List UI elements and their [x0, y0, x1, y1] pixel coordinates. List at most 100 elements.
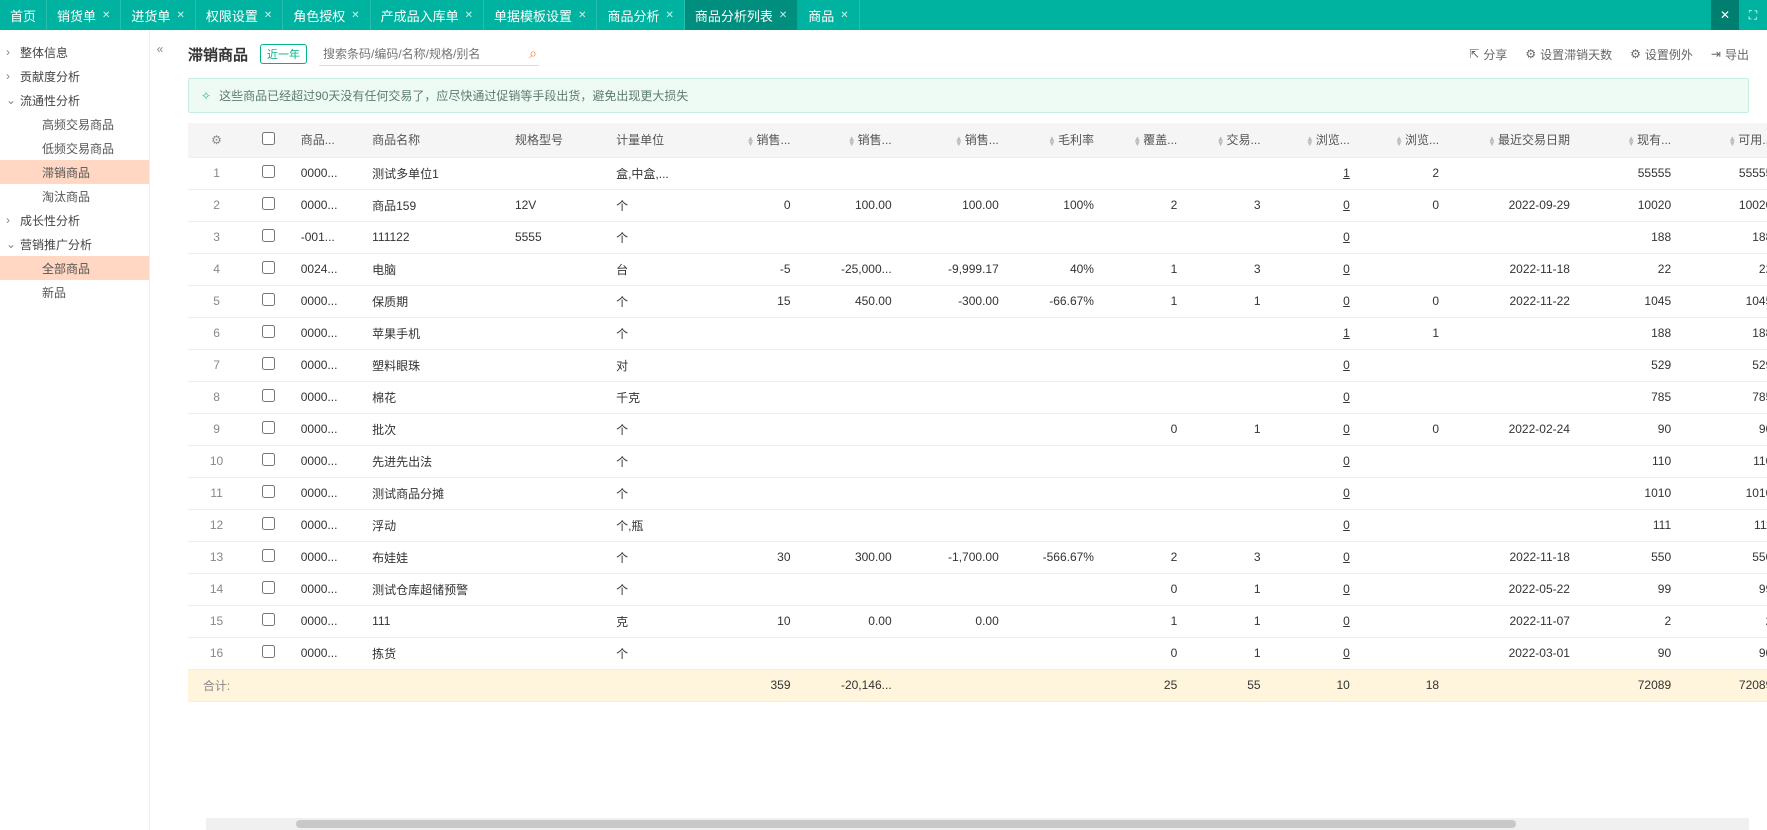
horizontal-scrollbar[interactable] — [206, 818, 1749, 830]
views-link[interactable]: 0 — [1343, 358, 1350, 372]
col-name[interactable]: 商品名称 — [364, 123, 507, 157]
sidebar-item[interactable]: 高频交易商品 — [0, 112, 149, 136]
row-checkbox[interactable] — [262, 549, 275, 562]
row-checkbox[interactable] — [262, 485, 275, 498]
share-button[interactable]: ⇱分享 — [1469, 46, 1507, 63]
sidebar-group[interactable]: ⌄营销推广分析 — [0, 232, 149, 256]
sidebar-item[interactable]: 滞销商品 — [0, 160, 149, 184]
table-row[interactable]: 120000...浮动个,瓶011111110, — [188, 509, 1767, 541]
tab-单据模板设置[interactable]: 单据模板设置✕ — [484, 0, 597, 30]
close-icon[interactable]: ✕ — [465, 10, 473, 21]
row-checkbox[interactable] — [262, 357, 275, 370]
table-row[interactable]: 110000...测试商品分摊个01010101010, — [188, 477, 1767, 509]
close-icon[interactable]: ✕ — [264, 10, 272, 21]
table-row[interactable]: 20000...商品15912V个0100.00100.00100%230020… — [188, 189, 1767, 221]
views-link[interactable]: 0 — [1343, 198, 1350, 212]
views-link[interactable]: 0 — [1343, 230, 1350, 244]
row-checkbox[interactable] — [262, 581, 275, 594]
close-icon[interactable]: ✕ — [1711, 0, 1739, 30]
sidebar-item[interactable]: 全部商品 — [0, 256, 149, 280]
col-gp[interactable]: ▲▼毛利率 — [1007, 123, 1102, 157]
gear-icon[interactable]: ⚙ — [211, 133, 222, 147]
row-checkbox[interactable] — [262, 325, 275, 338]
views-link[interactable]: 0 — [1343, 550, 1350, 564]
col-code[interactable]: 商品... — [293, 123, 364, 157]
table-row[interactable]: 70000...塑料眼珠对052952922, — [188, 349, 1767, 381]
sort-icon[interactable]: ▲▼ — [1306, 136, 1314, 146]
row-checkbox[interactable] — [262, 389, 275, 402]
col-avl[interactable]: ▲▼可用... — [1679, 123, 1767, 157]
sidebar-collapse-icon[interactable]: « — [150, 30, 170, 830]
col-idx[interactable]: ⚙ — [188, 123, 245, 157]
table-row[interactable]: 140000...测试仓库超储预警个0102022-05-2299995, — [188, 573, 1767, 605]
close-icon[interactable]: ✕ — [351, 10, 359, 21]
table-row[interactable]: 90000...批次个01002022-02-24909013, — [188, 413, 1767, 445]
date-range-badge[interactable]: 近一年 — [260, 44, 307, 64]
close-icon[interactable]: ✕ — [840, 10, 848, 21]
col-date[interactable]: ▲▼最近交易日期 — [1447, 123, 1578, 157]
sidebar-group[interactable]: ›贡献度分析 — [0, 64, 149, 88]
col-sq[interactable]: ▲▼销售... — [703, 123, 798, 157]
col-v2[interactable]: ▲▼浏览... — [1358, 123, 1447, 157]
views-link[interactable]: 0 — [1343, 646, 1350, 660]
row-checkbox[interactable] — [262, 517, 275, 530]
row-checkbox[interactable] — [262, 165, 275, 178]
set-days-button[interactable]: ⚙设置滞销天数 — [1525, 46, 1612, 63]
sidebar-group[interactable]: ›成长性分析 — [0, 208, 149, 232]
sort-icon[interactable]: ▲▼ — [1217, 136, 1225, 146]
close-icon[interactable]: ✕ — [779, 10, 787, 21]
sidebar-item[interactable]: 低频交易商品 — [0, 136, 149, 160]
table-row[interactable]: 3-001...1111225555个018818899, — [188, 221, 1767, 253]
col-deal[interactable]: ▲▼交易... — [1185, 123, 1268, 157]
row-checkbox[interactable] — [262, 421, 275, 434]
sort-icon[interactable]: ▲▼ — [1627, 136, 1635, 146]
tab-首页[interactable]: 首页 — [0, 0, 47, 30]
table-row[interactable]: 100000...先进先出法个011011012, — [188, 445, 1767, 477]
scrollbar-thumb[interactable] — [296, 820, 1516, 828]
col-sp[interactable]: ▲▼销售... — [900, 123, 1007, 157]
col-v1[interactable]: ▲▼浏览... — [1269, 123, 1358, 157]
views-link[interactable]: 0 — [1343, 454, 1350, 468]
views-link[interactable]: 0 — [1343, 486, 1350, 500]
sort-icon[interactable]: ▲▼ — [955, 136, 963, 146]
table-row[interactable]: 150000...111克100.000.001102022-11-07225, — [188, 605, 1767, 637]
views-link[interactable]: 0 — [1343, 614, 1350, 628]
sort-icon[interactable]: ▲▼ — [1395, 136, 1403, 146]
sort-icon[interactable]: ▲▼ — [747, 136, 755, 146]
sort-icon[interactable]: ▲▼ — [1133, 136, 1141, 146]
sort-icon[interactable]: ▲▼ — [1728, 136, 1736, 146]
col-stk[interactable]: ▲▼现有... — [1578, 123, 1679, 157]
row-checkbox[interactable] — [262, 613, 275, 626]
col-sa[interactable]: ▲▼销售... — [799, 123, 900, 157]
views-link[interactable]: 0 — [1343, 294, 1350, 308]
table-row[interactable]: 10000...测试多单位1盒,中盒,...1255555555552,7 — [188, 157, 1767, 189]
search-input[interactable] — [319, 43, 539, 66]
views-link[interactable]: 0 — [1343, 518, 1350, 532]
table-row[interactable]: 160000...拣货个0102022-03-0190904, — [188, 637, 1767, 669]
tab-权限设置[interactable]: 权限设置✕ — [196, 0, 283, 30]
tab-商品分析列表[interactable]: 商品分析列表✕ — [685, 0, 798, 30]
col-unit[interactable]: 计量单位 — [608, 123, 703, 157]
sort-icon[interactable]: ▲▼ — [1488, 136, 1496, 146]
table-row[interactable]: 80000...棉花千克078578517, — [188, 381, 1767, 413]
views-link[interactable]: 0 — [1343, 262, 1350, 276]
views-link[interactable]: 1 — [1343, 326, 1350, 340]
views-link[interactable]: 0 — [1343, 582, 1350, 596]
tab-进货单[interactable]: 进货单✕ — [121, 0, 195, 30]
row-checkbox[interactable] — [262, 453, 275, 466]
search-icon[interactable]: ⌕ — [529, 45, 537, 62]
row-checkbox[interactable] — [262, 293, 275, 306]
row-checkbox[interactable] — [262, 229, 275, 242]
views-link[interactable]: 0 — [1343, 390, 1350, 404]
col-cov[interactable]: ▲▼覆盖... — [1102, 123, 1185, 157]
row-checkbox[interactable] — [262, 197, 275, 210]
sort-icon[interactable]: ▲▼ — [848, 136, 856, 146]
close-icon[interactable]: ✕ — [176, 10, 184, 21]
views-link[interactable]: 1 — [1343, 166, 1350, 180]
select-all-checkbox[interactable] — [262, 132, 275, 145]
tab-商品分析[interactable]: 商品分析✕ — [597, 0, 684, 30]
table-row[interactable]: 40024...电脑台-5-25,000...-9,999.1740%13020… — [188, 253, 1767, 285]
table-row[interactable]: 50000...保质期个15450.00-300.00-66.67%110020… — [188, 285, 1767, 317]
tab-产成品入库单[interactable]: 产成品入库单✕ — [371, 0, 484, 30]
tab-角色授权[interactable]: 角色授权✕ — [283, 0, 370, 30]
